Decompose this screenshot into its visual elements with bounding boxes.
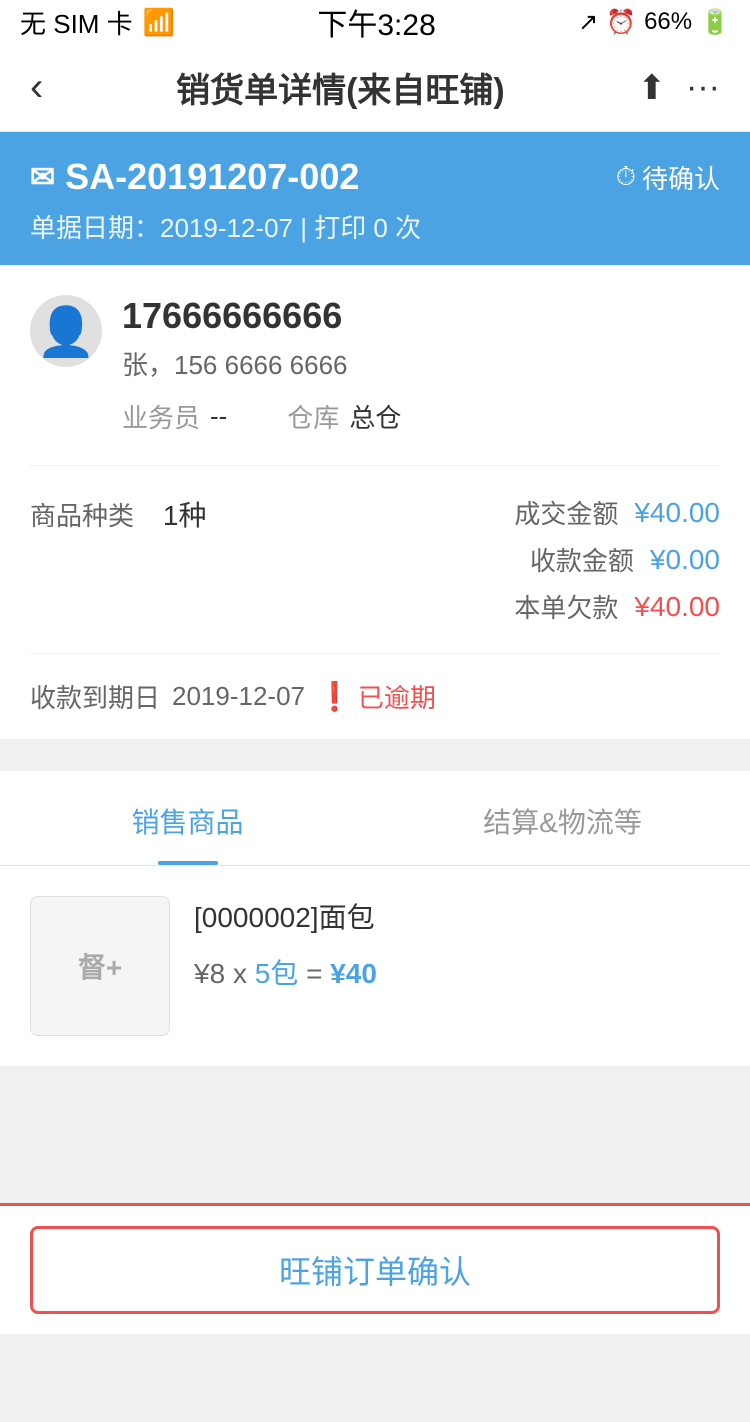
order-status: ⏱ 待确认	[616, 159, 720, 196]
warehouse-meta: 仓库 总仓	[287, 398, 401, 435]
confirm-btn-container: 旺铺订单确认	[0, 1203, 750, 1334]
status-clock-icon: ⏱	[616, 161, 636, 193]
battery-icon: 🔋	[700, 8, 730, 37]
tab-sales-products[interactable]: 销售商品	[0, 771, 375, 865]
product-types-label: 商品种类	[30, 501, 134, 531]
back-button[interactable]: ‹	[30, 65, 43, 110]
owed-amount-row: 本单欠款 ¥40.00	[514, 588, 720, 625]
salesperson-label: 业务员	[122, 398, 200, 435]
avatar: 👤	[30, 295, 102, 367]
tab-settlement-logistics[interactable]: 结算&物流等	[375, 771, 750, 865]
product-info: [0000002]面包 ¥8 x 5包 = ¥40	[194, 896, 720, 992]
battery-level: 66%	[644, 8, 692, 36]
salesperson-value: --	[210, 401, 227, 432]
deal-amount-label: 成交金额	[514, 494, 618, 531]
customer-info: 17666666666 张，156 6666 6666 业务员 -- 仓库 总仓	[122, 295, 720, 435]
owed-amount-value: ¥40.00	[634, 591, 720, 623]
order-id: ✉ SA-20191207-002	[30, 156, 359, 198]
deal-amount-value: ¥40.00	[634, 497, 720, 529]
warehouse-label: 仓库	[287, 398, 339, 435]
alarm-icon: ⏰	[606, 8, 636, 37]
order-icon: ✉	[30, 160, 55, 195]
customer-name: 张，156 6666 6666	[122, 345, 720, 382]
status-left: 无 SIM 卡 📶	[20, 4, 175, 41]
product-price: ¥8 x 5包 = ¥40	[194, 952, 720, 992]
order-date-meta: 单据日期：2019-12-07 | 打印 0 次	[30, 208, 720, 245]
customer-phone: 17666666666	[122, 295, 720, 337]
wifi-icon: 📶	[143, 7, 175, 38]
received-amount-row: 收款金额 ¥0.00	[514, 541, 720, 578]
page-title: 销货单详情(来自旺铺)	[176, 63, 505, 112]
received-amount-value: ¥0.00	[650, 544, 720, 576]
customer-section: 👤 17666666666 张，156 6666 6666 业务员 -- 仓库 …	[0, 265, 750, 465]
overdue-badge: ❗ 已逾期	[317, 678, 436, 715]
received-amount-label: 收款金额	[530, 541, 634, 578]
salesperson-meta: 业务员 --	[122, 398, 227, 435]
owed-amount-label: 本单欠款	[514, 588, 618, 625]
nav-bar: ‹ 销货单详情(来自旺铺) ⬆ ···	[0, 44, 750, 132]
header-card: ✉ SA-20191207-002 ⏱ 待确认 单据日期：2019-12-07 …	[0, 132, 750, 265]
warehouse-value: 总仓	[349, 398, 401, 435]
more-button[interactable]: ···	[686, 68, 720, 107]
sim-status: 无 SIM 卡	[20, 4, 133, 41]
product-item: 督+ [0000002]面包 ¥8 x 5包 = ¥40	[0, 866, 750, 1066]
deal-amount-row: 成交金额 ¥40.00	[514, 494, 720, 531]
share-button[interactable]: ⬆	[638, 68, 667, 108]
product-types-value: 1种	[163, 500, 207, 531]
product-qty: 5包	[255, 958, 299, 989]
overdue-icon: ❗	[317, 680, 352, 713]
status-right: ↗ ⏰ 66% 🔋	[578, 8, 730, 37]
product-total: ¥40	[330, 958, 377, 989]
summary-section: 商品种类 1种 成交金额 ¥40.00 收款金额 ¥0.00 本单欠款 ¥40.…	[0, 466, 750, 653]
product-name: [0000002]面包	[194, 896, 720, 936]
tab-bar: 销售商品 结算&物流等	[0, 771, 750, 866]
due-date-section: 收款到期日 2019-12-07 ❗ 已逾期	[0, 654, 750, 739]
product-types: 商品种类 1种	[30, 494, 207, 534]
due-date-value: 2019-12-07	[172, 681, 305, 712]
overdue-text: 已逾期	[358, 678, 436, 715]
section-divider	[0, 755, 750, 771]
product-logo: 督+	[78, 946, 122, 986]
product-equals: =	[306, 958, 322, 989]
avatar-icon: 👤	[36, 303, 96, 360]
nav-actions: ⬆ ···	[638, 68, 720, 108]
time-display: 下午3:28	[317, 0, 435, 44]
product-unit-price: ¥8	[194, 958, 225, 989]
location-icon: ↗	[578, 8, 598, 37]
amounts-summary: 成交金额 ¥40.00 收款金额 ¥0.00 本单欠款 ¥40.00	[514, 494, 720, 625]
status-bar: 无 SIM 卡 📶 下午3:28 ↗ ⏰ 66% 🔋	[0, 0, 750, 44]
due-date-label: 收款到期日	[30, 678, 160, 715]
confirm-order-button[interactable]: 旺铺订单确认	[30, 1226, 720, 1314]
customer-meta: 业务员 -- 仓库 总仓	[122, 398, 720, 435]
product-image: 督+	[30, 896, 170, 1036]
